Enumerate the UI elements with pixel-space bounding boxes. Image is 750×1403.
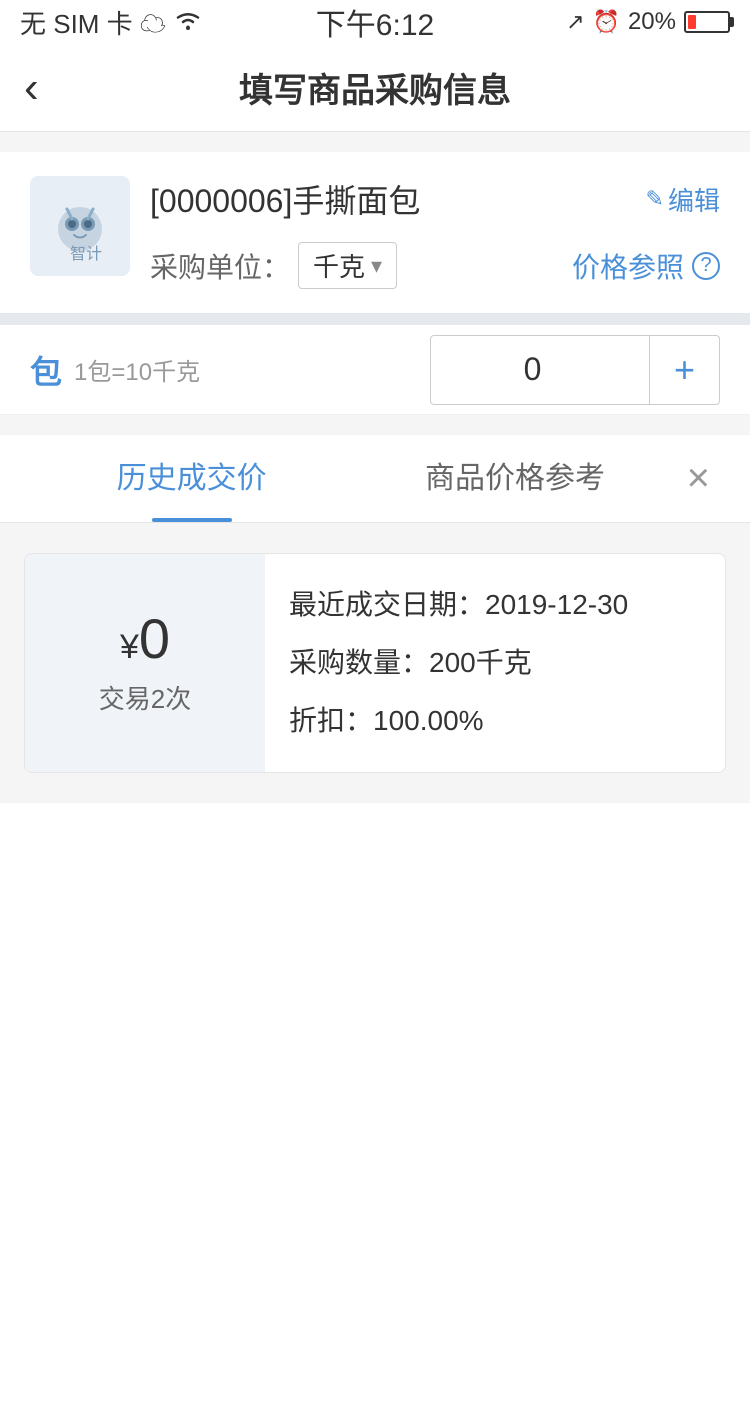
tabs-row: 历史成交价 商品价格参考 × (0, 435, 750, 523)
status-left: 无 SIM 卡 ☁ (20, 4, 202, 41)
unit-select[interactable]: 千克 ▾ (298, 242, 397, 289)
plus-icon: + (674, 349, 695, 391)
product-card: 智计 [0000006]手撕面包 ✎ 编辑 采购单位： 千克 ▾ (0, 152, 750, 313)
edit-button[interactable]: ✎ 编辑 (646, 181, 720, 218)
unit-value: 千克 (313, 247, 365, 284)
quantity-row: 包 1包=10千克 + (0, 325, 750, 415)
edit-label: 编辑 (668, 181, 720, 218)
quantity-label: 包 1包=10千克 (30, 347, 200, 393)
tab-price-ref-label: 商品价格参考 (425, 453, 605, 505)
nav-bar: ‹ 填写商品采购信息 (0, 44, 750, 132)
discount-value: 100.00% (373, 705, 484, 736)
close-button[interactable]: × (677, 446, 720, 511)
product-name-row: [0000006]手撕面包 ✎ 编辑 (150, 176, 720, 222)
help-icon: ? (692, 252, 720, 280)
product-row: 智计 [0000006]手撕面包 ✎ 编辑 采购单位： 千克 ▾ (30, 176, 720, 289)
product-info: [0000006]手撕面包 ✎ 编辑 采购单位： 千克 ▾ 价格参照 ? (150, 176, 720, 289)
section-divider (0, 313, 750, 325)
battery-icon (684, 11, 730, 33)
product-thumbnail: 智计 (30, 176, 130, 276)
purchase-qty-value: 200千克 (429, 647, 532, 678)
currency-symbol: ¥ (120, 628, 139, 666)
package-ratio: 1包=10千克 (74, 352, 200, 387)
history-price-summary: ¥0 交易2次 (25, 554, 265, 772)
unit-arrow-icon: ▾ (371, 253, 382, 279)
history-card: ¥0 交易2次 最近成交日期：2019-12-30 采购数量：200千克 折扣：… (24, 553, 726, 773)
alarm-icon: ⏰ (593, 9, 620, 35)
back-icon: ‹ (24, 63, 39, 113)
discount-item: 折扣：100.00% (289, 700, 701, 742)
recent-date-item: 最近成交日期：2019-12-30 (289, 584, 701, 626)
back-button[interactable]: ‹ (24, 63, 39, 113)
status-bar: 无 SIM 卡 ☁ 下午6:12 ↗ ⏰ 20% (0, 0, 750, 44)
close-icon: × (687, 456, 710, 500)
location-icon: ↗ (566, 9, 584, 35)
bottom-space (0, 803, 750, 1403)
history-section: ¥0 交易2次 最近成交日期：2019-12-30 采购数量：200千克 折扣：… (0, 523, 750, 803)
purchase-qty-item: 采购数量：200千克 (289, 642, 701, 684)
quantity-plus-button[interactable]: + (650, 335, 720, 405)
page-title: 填写商品采购信息 (239, 63, 511, 112)
status-right: ↗ ⏰ 20% (566, 8, 730, 36)
price-value: 0 (139, 607, 170, 670)
tab-history-price[interactable]: 历史成交价 (30, 435, 353, 522)
battery-percent: 20% (628, 8, 676, 36)
purchase-qty-label: 采购数量： (289, 647, 429, 678)
product-name: [0000006]手撕面包 (150, 176, 420, 222)
price-ref-label: 价格参照 (572, 246, 684, 286)
recent-date-value: 2019-12-30 (485, 589, 628, 620)
svg-text:智计: 智计 (70, 245, 102, 261)
package-icon: 包 (30, 347, 62, 393)
tab-history-label: 历史成交价 (117, 453, 267, 505)
trade-count: 交易2次 (99, 679, 191, 716)
price-display: ¥0 (120, 611, 170, 667)
quantity-input[interactable] (430, 335, 650, 405)
history-details: 最近成交日期：2019-12-30 采购数量：200千克 折扣：100.00% (265, 554, 725, 772)
unit-label: 采购单位： (150, 246, 290, 286)
discount-label: 折扣： (289, 705, 373, 736)
edit-icon: ✎ (646, 186, 664, 212)
price-reference-button[interactable]: 价格参照 ? (572, 246, 720, 286)
status-time: 下午6:12 (316, 0, 434, 44)
sim-status: 无 SIM 卡 ☁ (20, 4, 166, 41)
quantity-input-area: + (430, 335, 720, 405)
unit-row: 采购单位： 千克 ▾ 价格参照 ? (150, 242, 720, 289)
recent-date-label: 最近成交日期： (289, 589, 485, 620)
tab-active-indicator (152, 518, 232, 522)
tab-price-reference[interactable]: 商品价格参考 (353, 435, 676, 522)
wifi-icon (174, 7, 202, 38)
